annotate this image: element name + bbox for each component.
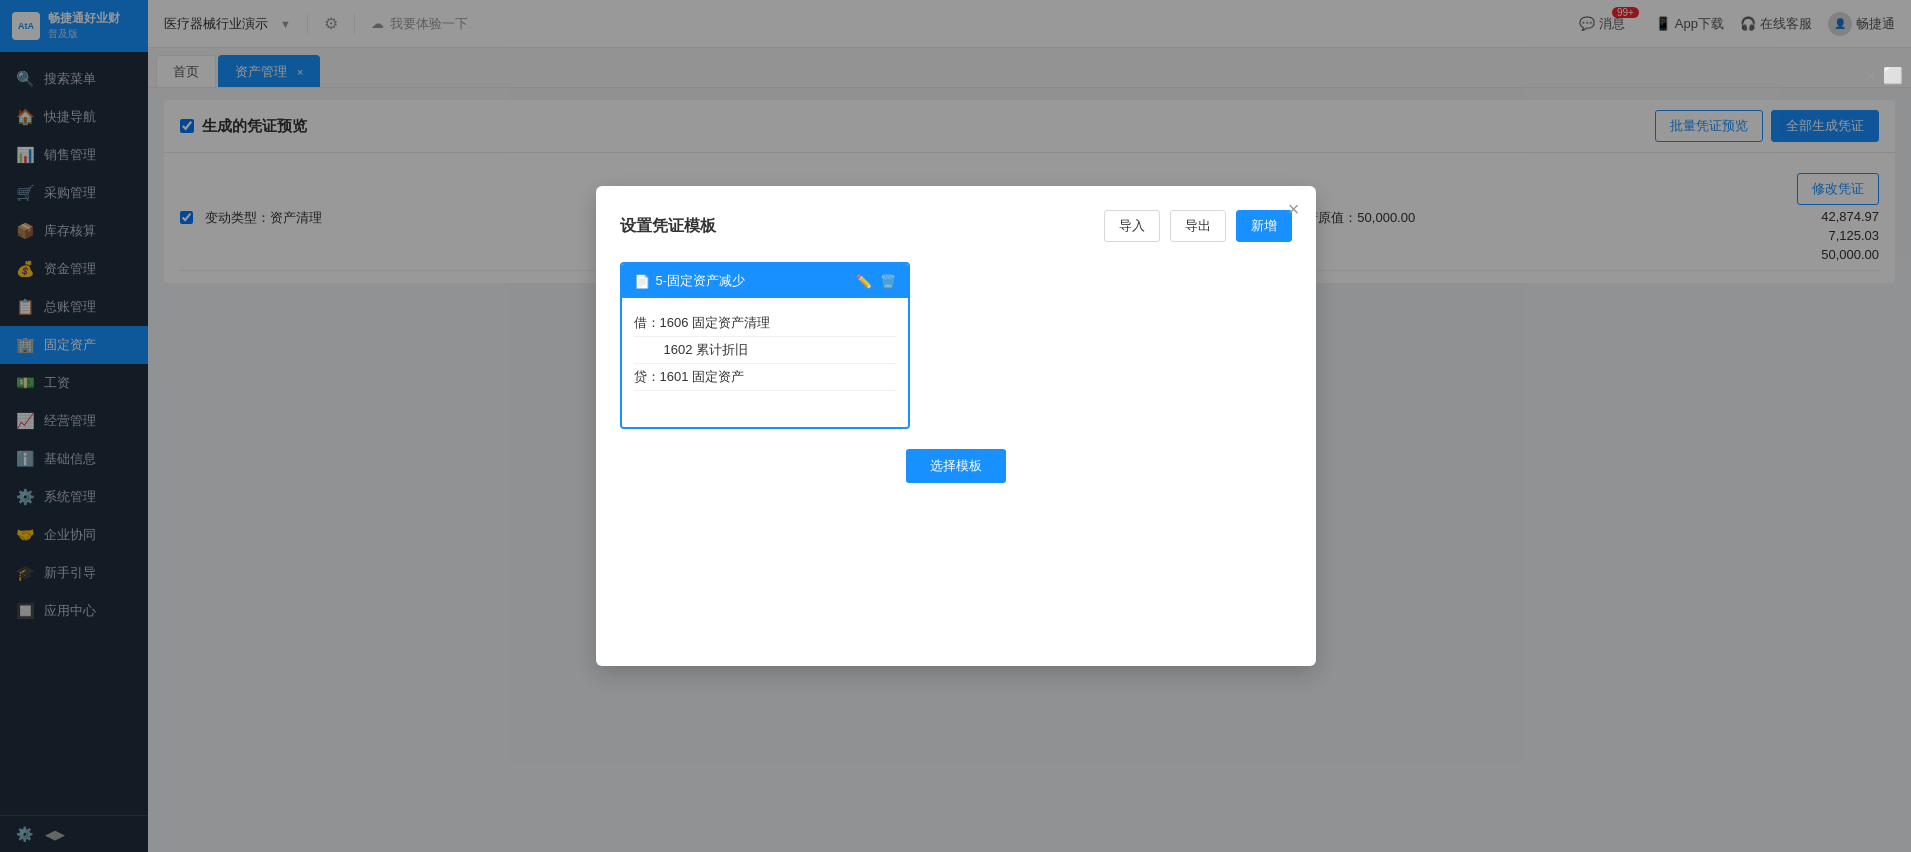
template-name: 5-固定资产减少	[656, 272, 746, 290]
modal: 设置凭证模板 导入 导出 新增 × × ⬜ 📄 5-固定资产减少	[596, 186, 1316, 666]
select-template-btn[interactable]: 选择模板	[906, 449, 1006, 483]
modal-actions: 导入 导出 新增	[1104, 210, 1292, 242]
template-card-header: 📄 5-固定资产减少 ✏️ 🗑️	[622, 264, 908, 298]
window-controls: × ⬜	[1866, 66, 1903, 85]
template-delete-icon[interactable]: 🗑️	[880, 274, 896, 289]
template-card: 📄 5-固定资产减少 ✏️ 🗑️ 借：1606 固定资产清理 1602 累计折旧	[620, 262, 910, 429]
template-line-0: 借：1606 固定资产清理	[634, 310, 896, 337]
export-btn[interactable]: 导出	[1170, 210, 1226, 242]
modal-title: 设置凭证模板	[620, 216, 716, 237]
template-edit-icon[interactable]: ✏️	[856, 274, 872, 289]
import-btn[interactable]: 导入	[1104, 210, 1160, 242]
modal-overlay: 设置凭证模板 导入 导出 新增 × × ⬜ 📄 5-固定资产减少	[0, 0, 1911, 852]
modal-close-btn[interactable]: ×	[1288, 198, 1300, 221]
modal-header: 设置凭证模板 导入 导出 新增	[620, 210, 1292, 242]
close-window-btn[interactable]: ×	[1866, 66, 1875, 85]
modal-body: 📄 5-固定资产减少 ✏️ 🗑️ 借：1606 固定资产清理 1602 累计折旧	[620, 262, 1292, 642]
template-card-title: 📄 5-固定资产减少	[634, 272, 746, 290]
template-line-2: 贷：1601 固定资产	[634, 364, 896, 391]
template-doc-icon: 📄	[634, 274, 650, 289]
template-line-1: 1602 累计折旧	[634, 337, 896, 364]
new-btn[interactable]: 新增	[1236, 210, 1292, 242]
maximize-window-btn[interactable]: ⬜	[1883, 66, 1903, 85]
template-card-body: 借：1606 固定资产清理 1602 累计折旧 贷：1601 固定资产	[622, 298, 908, 427]
template-line-3	[634, 391, 896, 415]
template-card-actions: ✏️ 🗑️	[856, 274, 896, 289]
